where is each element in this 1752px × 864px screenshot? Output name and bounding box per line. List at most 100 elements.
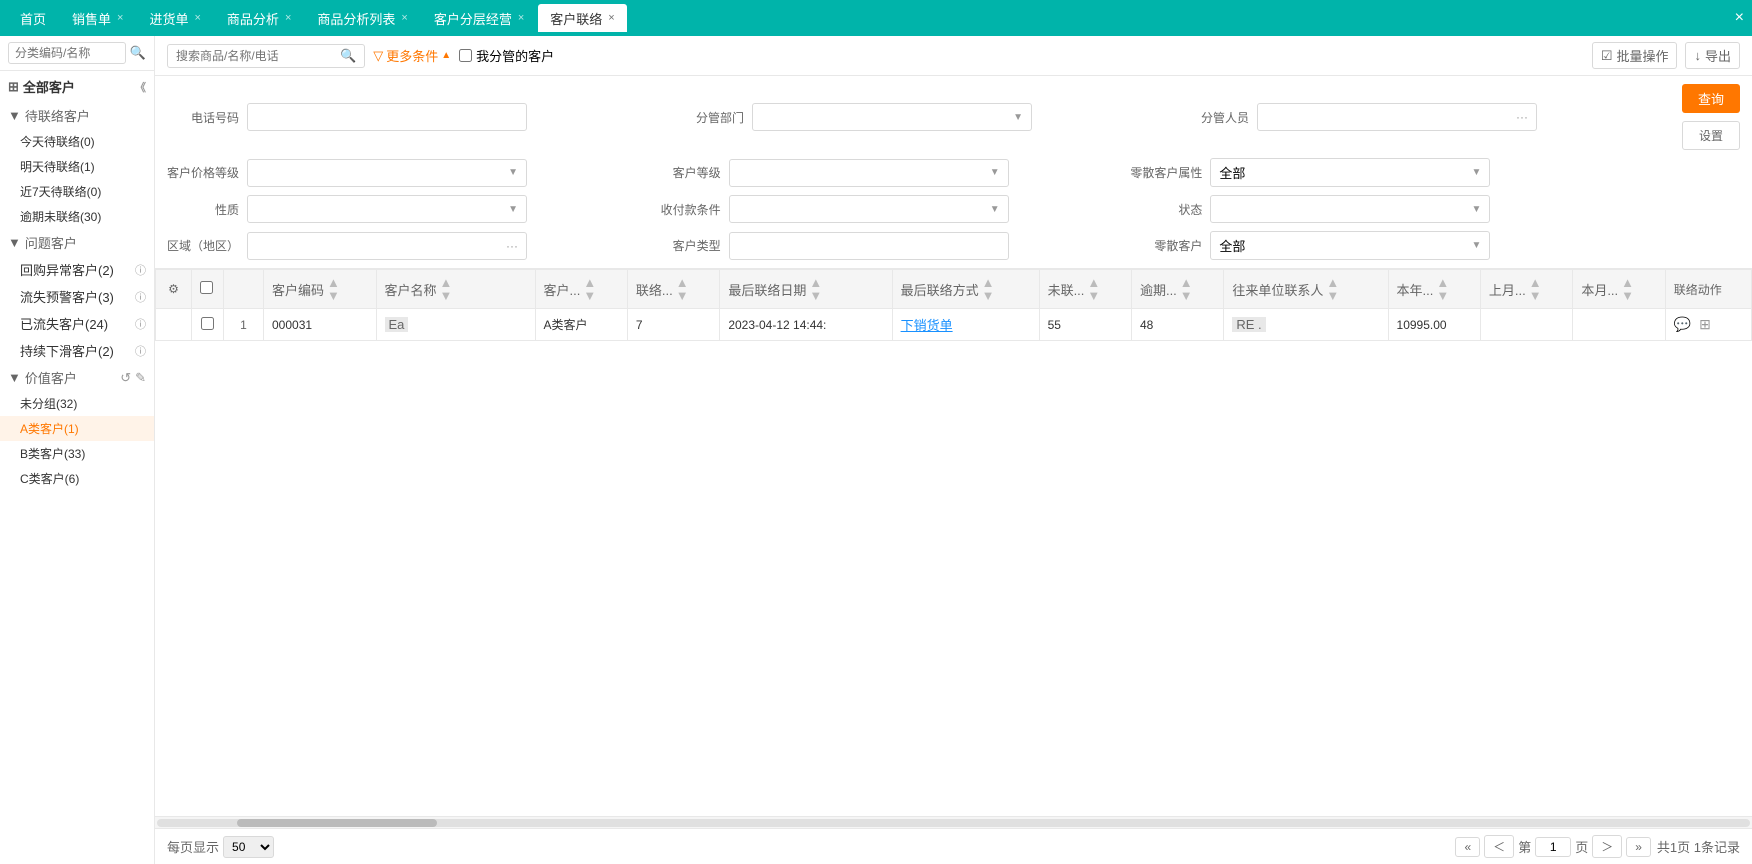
nature-label: 性质 — [167, 201, 247, 218]
price-level-select[interactable]: ▼ — [247, 159, 527, 187]
page-size-select[interactable]: 50 100 200 — [223, 836, 274, 858]
col-last-method[interactable]: 最后联络方式 ▲▼ — [892, 270, 1039, 309]
customer-type-input[interactable] — [729, 232, 1009, 260]
col-gear[interactable]: ⚙ — [156, 270, 192, 309]
col-name[interactable]: 客户名称 ▲▼ — [376, 270, 535, 309]
col-last-date[interactable]: 最后联络日期 ▲▼ — [720, 270, 892, 309]
last-method-link[interactable]: 下销货单 — [901, 318, 953, 333]
tab-customer-contact-close[interactable]: × — [608, 12, 614, 24]
col-checkbox-header[interactable] — [192, 270, 224, 309]
sidebar-group-problem[interactable]: ▼ 问题客户 — [0, 229, 154, 256]
region-select[interactable]: ··· — [247, 232, 527, 260]
sidebar-item-overdue[interactable]: 逾期未联络(30) — [0, 204, 154, 229]
page-number-input[interactable] — [1535, 837, 1571, 857]
phone-input[interactable] — [247, 103, 527, 131]
retail-customer-select[interactable]: 全部 ▼ — [1210, 231, 1490, 260]
tab-product-analysis[interactable]: 商品分析 × — [215, 4, 303, 32]
nav-close-all[interactable]: × — [1735, 9, 1744, 27]
collapse-icon[interactable]: 《 — [135, 79, 146, 95]
tab-product-analysis-list-close[interactable]: × — [401, 12, 407, 24]
tab-product-analysis-list[interactable]: 商品分析列表 × — [305, 4, 419, 32]
info-icon-2: ⓘ — [135, 289, 146, 305]
first-page-button[interactable]: « — [1455, 837, 1480, 857]
sidebar-item-a-class[interactable]: A类客户(1) — [0, 416, 154, 441]
tab-product-analysis-close[interactable]: × — [285, 12, 291, 24]
status-select[interactable]: ▼ — [1210, 195, 1490, 223]
tab-sales-close[interactable]: × — [117, 12, 123, 24]
sidebar-group-value[interactable]: ▼ 价值客户 ↺ ✎ — [0, 364, 154, 391]
row-checkbox[interactable] — [201, 317, 214, 330]
col-last-month[interactable]: 上月... ▲▼ — [1480, 270, 1572, 309]
dept-select[interactable]: ▼ — [752, 103, 1032, 131]
tab-purchase-close[interactable]: × — [194, 12, 200, 24]
info-icon-4: ⓘ — [135, 343, 146, 359]
filter-more-button[interactable]: ▽ 更多条件 ▲ — [373, 46, 451, 65]
tab-customer-segment[interactable]: 客户分层经营 × — [422, 4, 536, 32]
sidebar-item-7days[interactable]: 近7天待联络(0) — [0, 179, 154, 204]
sidebar-item-churn-warning[interactable]: 流失预警客户(3) ⓘ — [0, 283, 154, 310]
grid-action-icon[interactable]: ⊞ — [1699, 316, 1711, 333]
retail-customer-arrow: ▼ — [1471, 240, 1481, 251]
filter-retail-customer: 零散客户 全部 ▼ — [1130, 231, 1600, 260]
row-name-badge: Ea — [385, 317, 409, 332]
sidebar-item-b-class[interactable]: B类客户(33) — [0, 441, 154, 466]
filter-search-input[interactable] — [176, 49, 336, 63]
nature-select[interactable]: ▼ — [247, 195, 527, 223]
sidebar-search-input[interactable] — [8, 42, 126, 64]
tab-home[interactable]: 首页 — [8, 4, 58, 32]
sidebar-item-c-class[interactable]: C类客户(6) — [0, 466, 154, 491]
payment-arrow: ▼ — [990, 204, 1000, 215]
batch-op-button[interactable]: ☑ 批量操作 — [1592, 42, 1678, 69]
my-customers-checkbox[interactable] — [459, 49, 472, 62]
col-this-month[interactable]: 本月... ▲▼ — [1573, 270, 1665, 309]
sidebar-item-repurchase-abnormal[interactable]: 回购异常客户(2) ⓘ — [0, 256, 154, 283]
filter-search-icon[interactable]: 🔍 — [340, 48, 356, 64]
col-contact[interactable]: 联络... ▲▼ — [627, 270, 719, 309]
chat-icon[interactable]: 💬 — [1674, 316, 1691, 333]
col-overdue[interactable]: 逾期... ▲▼ — [1131, 270, 1223, 309]
select-all-checkbox[interactable] — [200, 281, 213, 294]
col-type[interactable]: 客户... ▲▼ — [535, 270, 627, 309]
sidebar-group-pending[interactable]: ▼ 待联络客户 — [0, 102, 154, 129]
scroll-thumb[interactable] — [237, 819, 437, 827]
tab-purchase[interactable]: 进货单 × — [137, 4, 212, 32]
last-page-button[interactable]: » — [1626, 837, 1651, 857]
advanced-filters: 电话号码 分管部门 ▼ 分管人员 ··· — [155, 76, 1752, 269]
sidebar-all-customers[interactable]: ⊞ 全部客户 《 — [0, 71, 154, 102]
horizontal-scrollbar[interactable] — [155, 816, 1752, 828]
setting-button[interactable]: 设置 — [1682, 121, 1740, 150]
unit-contact-badge: RE . — [1232, 317, 1265, 332]
sidebar-search-button[interactable]: 🔍 — [130, 45, 146, 61]
sidebar-item-declining[interactable]: 持续下滑客户(2) ⓘ — [0, 337, 154, 364]
customer-level-select[interactable]: ▼ — [729, 159, 1009, 187]
next-page-button[interactable]: ＞ — [1592, 835, 1622, 858]
prev-page-button[interactable]: ＜ — [1484, 835, 1514, 858]
payment-select[interactable]: ▼ — [729, 195, 1009, 223]
export-button[interactable]: ↓ 导出 — [1685, 42, 1740, 69]
person-select[interactable]: ··· — [1257, 103, 1537, 131]
tab-customer-contact[interactable]: 客户联络 × — [538, 4, 626, 32]
sidebar-item-today[interactable]: 今天待联络(0) — [0, 129, 154, 154]
row-name: Ea — [376, 309, 535, 341]
col-this-year[interactable]: 本年... ▲▼ — [1388, 270, 1480, 309]
tab-sales[interactable]: 销售单 × — [60, 4, 135, 32]
col-code[interactable]: 客户编码 ▲▼ — [264, 270, 377, 309]
col-unit-contact[interactable]: 往来单位联系人 ▲▼ — [1224, 270, 1388, 309]
filter-price-level: 客户价格等级 ▼ — [167, 159, 637, 187]
sort-date-icon: ▲▼ — [809, 276, 822, 302]
sidebar-item-churned[interactable]: 已流失客户(24) ⓘ — [0, 310, 154, 337]
sort-name-icon: ▲▼ — [440, 276, 453, 302]
col-uncontacted[interactable]: 未联... ▲▼ — [1039, 270, 1131, 309]
funnel-icon: ▽ — [373, 48, 383, 64]
filter-row-2: 客户价格等级 ▼ 客户等级 ▼ 零散客户属性 — [167, 158, 1740, 187]
query-button[interactable]: 查询 — [1682, 84, 1740, 113]
refresh-icon[interactable]: ↺ — [120, 370, 131, 386]
my-customers-checkbox-label[interactable]: 我分管的客户 — [459, 46, 554, 65]
tab-customer-segment-close[interactable]: × — [518, 12, 524, 24]
row-last-method[interactable]: 下销货单 — [892, 309, 1039, 341]
sidebar-item-tomorrow[interactable]: 明天待联络(1) — [0, 154, 154, 179]
dept-label: 分管部门 — [672, 109, 752, 126]
sidebar-item-ungraded[interactable]: 未分组(32) — [0, 391, 154, 416]
retail-attr-select[interactable]: 全部 ▼ — [1210, 158, 1490, 187]
edit-icon[interactable]: ✎ — [135, 370, 146, 386]
